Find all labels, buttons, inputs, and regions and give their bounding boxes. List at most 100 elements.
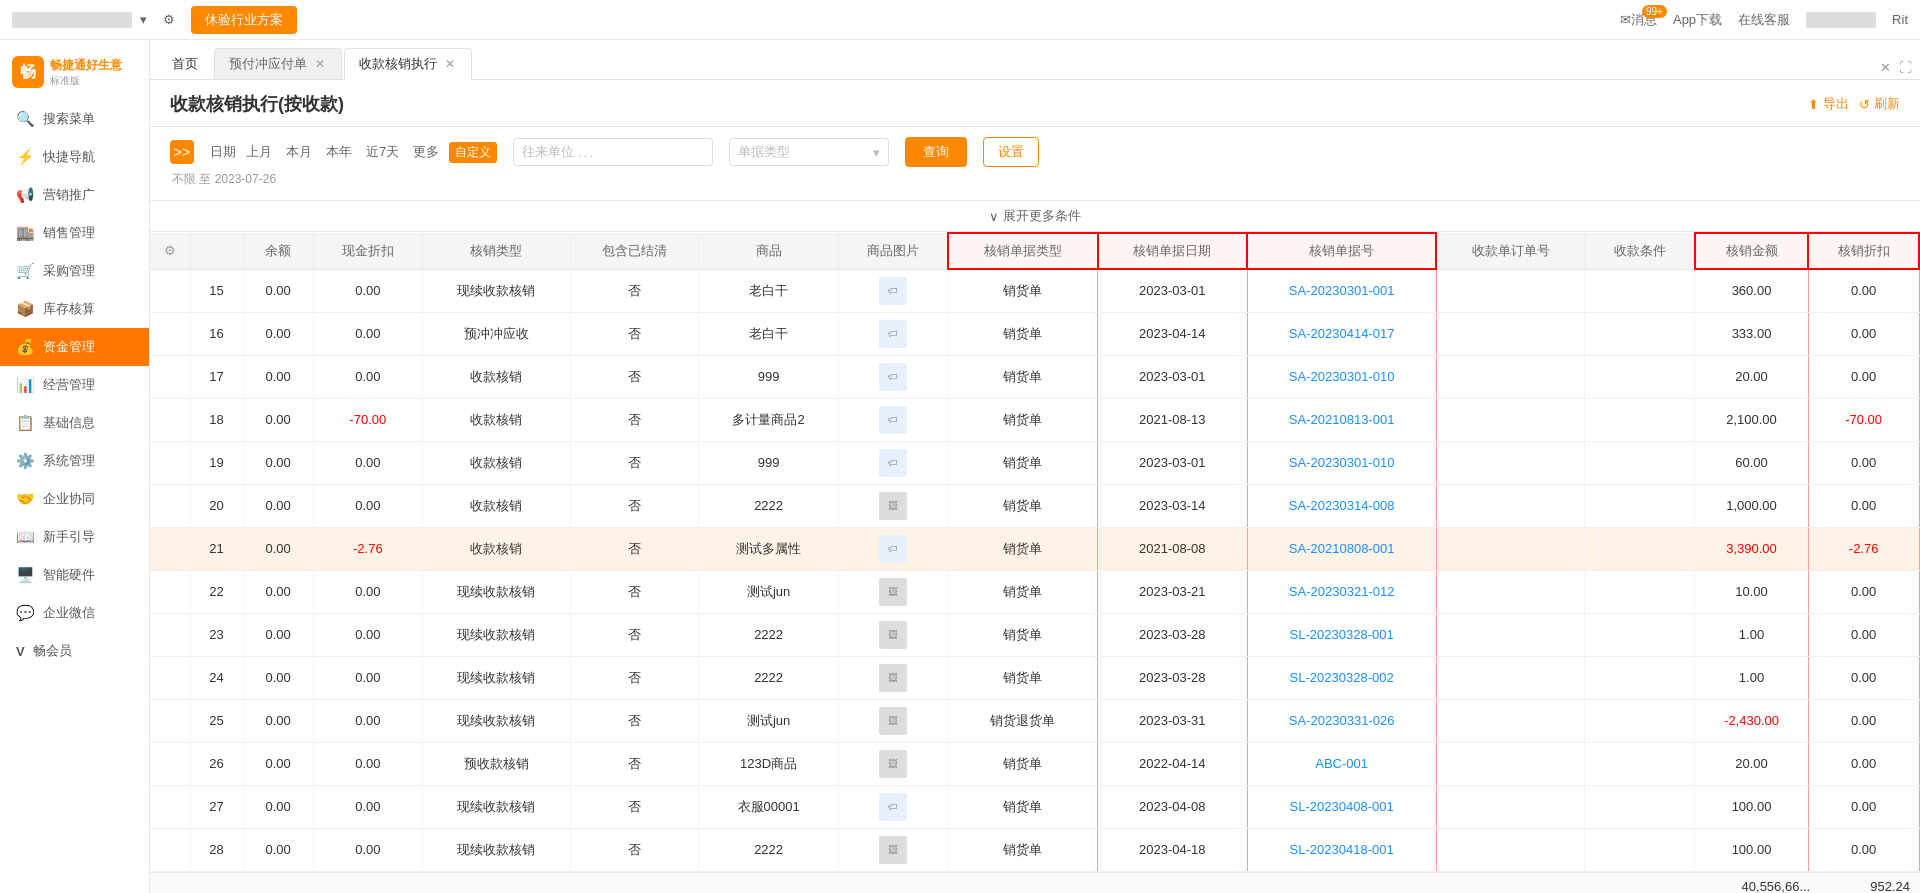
sidebar-item-quick-nav[interactable]: ⚡ 快捷导航 <box>0 138 149 176</box>
company-name[interactable] <box>12 12 132 28</box>
sidebar-item-business[interactable]: 📊 经营管理 <box>0 366 149 404</box>
filter-partner-input[interactable]: 往来单位 ... <box>513 138 713 166</box>
td-collection-order-no <box>1436 785 1585 828</box>
td-verify-bill-no[interactable]: SL-20230418-001 <box>1247 828 1436 871</box>
guide-icon: 📖 <box>16 528 35 546</box>
date-last-month[interactable]: 上月 <box>242 141 276 163</box>
td-verify-bill-no[interactable]: SA-20210813-001 <box>1247 398 1436 441</box>
sidebar-item-marketing[interactable]: 📢 营销推广 <box>0 176 149 214</box>
date-more[interactable]: 更多 <box>409 141 443 163</box>
sidebar-item-member[interactable]: V 畅会员 <box>0 632 149 670</box>
td-include-settled: 否 <box>570 785 699 828</box>
td-balance: 0.00 <box>243 656 313 699</box>
td-goods: 2222 <box>699 656 838 699</box>
td-goods: 2222 <box>699 828 838 871</box>
td-verify-bill-no[interactable]: SA-20230301-010 <box>1247 355 1436 398</box>
td-include-settled: 否 <box>570 398 699 441</box>
td-verify-bill-date: 2023-04-14 <box>1098 312 1247 355</box>
company-selector[interactable]: ▾ <box>140 12 147 27</box>
tab-collection-close[interactable]: ✕ <box>443 57 457 71</box>
date-this-month[interactable]: 本月 <box>282 141 316 163</box>
table-row: 180.00-70.00收款核销否多计量商品2🏷销货单2021-08-13SA-… <box>150 398 1919 441</box>
notification-badge: 99+ <box>1642 5 1667 18</box>
expand-more-row[interactable]: ∨ 展开更多条件 <box>150 201 1920 232</box>
td-goods: 2222 <box>699 613 838 656</box>
footer-total-amount: 40,556,66... <box>1742 879 1811 894</box>
date-custom[interactable]: 自定义 <box>449 142 497 163</box>
filter-expand-button[interactable]: >> <box>170 140 194 164</box>
close-tab-icon[interactable]: ✕ <box>1880 60 1891 75</box>
td-verify-bill-no[interactable]: SL-20230408-001 <box>1247 785 1436 828</box>
refresh-button[interactable]: ↺ 刷新 <box>1859 95 1900 113</box>
user-info[interactable] <box>1806 12 1876 28</box>
order-type-label: 单据类型 <box>738 143 790 161</box>
td-verify-bill-no[interactable]: SA-20230301-010 <box>1247 441 1436 484</box>
th-include-settled: 包含已结清 <box>570 233 699 269</box>
inventory-icon: 📦 <box>16 300 35 318</box>
sidebar-label-capital: 资金管理 <box>43 338 95 356</box>
td-seq: 19 <box>190 441 243 484</box>
td-verify-amount: 3,390.00 <box>1695 527 1809 570</box>
td-include-settled: 否 <box>570 312 699 355</box>
td-verify-bill-no[interactable]: SA-20230301-001 <box>1247 269 1436 312</box>
td-verify-bill-no[interactable]: SA-20230321-012 <box>1247 570 1436 613</box>
sidebar-item-enterprise[interactable]: 🤝 企业协同 <box>0 480 149 518</box>
td-verify-bill-no[interactable]: SL-20230328-001 <box>1247 613 1436 656</box>
td-verify-discount: 0.00 <box>1808 656 1919 699</box>
sidebar-label-sales: 销售管理 <box>43 224 95 242</box>
td-verify-bill-no[interactable]: SA-20230331-026 <box>1247 699 1436 742</box>
td-include-settled: 否 <box>570 742 699 785</box>
sidebar-item-inventory[interactable]: 📦 库存核算 <box>0 290 149 328</box>
table-row: 190.000.00收款核销否999🏷销货单2023-03-01SA-20230… <box>150 441 1919 484</box>
td-verify-bill-date: 2021-08-13 <box>1098 398 1247 441</box>
table-row: 280.000.00现续收款核销否2222🖼销货单2023-04-18SL-20… <box>150 828 1919 871</box>
settings-icon-btn[interactable]: ⚙ <box>155 6 183 34</box>
td-verify-bill-no[interactable]: SA-20210808-001 <box>1247 527 1436 570</box>
date-this-year[interactable]: 本年 <box>322 141 356 163</box>
chevron-down-icon: ▾ <box>140 12 147 27</box>
sidebar-item-sales[interactable]: 🏬 销售管理 <box>0 214 149 252</box>
sidebar-item-search[interactable]: 🔍 搜索菜单 <box>0 100 149 138</box>
td-goods-img: 🏷 <box>838 355 948 398</box>
table-row: 200.000.00收款核销否2222🖼销货单2023-03-14SA-2023… <box>150 484 1919 527</box>
tab-prepay-close[interactable]: ✕ <box>313 57 327 71</box>
th-settings[interactable]: ⚙ <box>150 233 190 269</box>
filter-order-type-select[interactable]: 单据类型 ▾ <box>729 138 889 166</box>
export-button[interactable]: ⬆ 导出 <box>1808 95 1849 113</box>
td-goods-img: 🖼 <box>838 656 948 699</box>
sidebar-item-guide[interactable]: 📖 新手引导 <box>0 518 149 556</box>
app-download-link[interactable]: App下载 <box>1673 11 1722 29</box>
td-verify-bill-no[interactable]: SL-20230328-002 <box>1247 656 1436 699</box>
td-verify-bill-no[interactable]: SA-20230314-008 <box>1247 484 1436 527</box>
tab-prepay[interactable]: 预付冲应付单 ✕ <box>214 48 342 79</box>
td-verify-bill-no[interactable]: SA-20230414-017 <box>1247 312 1436 355</box>
td-collection-order-no <box>1436 527 1585 570</box>
th-goods: 商品 <box>699 233 838 269</box>
date-7days[interactable]: 近7天 <box>362 141 403 163</box>
notification-bell[interactable]: ✉ 消息 99+ <box>1620 11 1657 29</box>
td-include-settled: 否 <box>570 699 699 742</box>
tab-home[interactable]: 首页 <box>158 49 212 79</box>
sidebar-item-wechat[interactable]: 💬 企业微信 <box>0 594 149 632</box>
td-balance: 0.00 <box>243 828 313 871</box>
filter-settings-button[interactable]: 设置 <box>983 137 1039 167</box>
td-seq: 28 <box>190 828 243 871</box>
sidebar-item-system[interactable]: ⚙️ 系统管理 <box>0 442 149 480</box>
sidebar-item-purchase[interactable]: 🛒 采购管理 <box>0 252 149 290</box>
query-button[interactable]: 查询 <box>905 137 967 167</box>
column-settings-icon[interactable]: ⚙ <box>164 243 176 258</box>
industry-button[interactable]: 休验行业方案 <box>191 6 297 34</box>
expand-tab-icon[interactable]: ⛶ <box>1899 60 1912 75</box>
sidebar-label-system: 系统管理 <box>43 452 95 470</box>
online-service-link[interactable]: 在线客服 <box>1738 11 1790 29</box>
td-checkbox <box>150 785 190 828</box>
td-balance: 0.00 <box>243 742 313 785</box>
sidebar-item-basic[interactable]: 📋 基础信息 <box>0 404 149 442</box>
tab-collection[interactable]: 收款核销执行 ✕ <box>344 48 472 80</box>
td-verify-bill-no[interactable]: ABC-001 <box>1247 742 1436 785</box>
sidebar-label-search: 搜索菜单 <box>43 110 95 128</box>
date-range: 不限 至 2023-07-26 <box>172 172 276 186</box>
td-include-settled: 否 <box>570 613 699 656</box>
sidebar-item-smart-hw[interactable]: 🖥️ 智能硬件 <box>0 556 149 594</box>
sidebar-item-capital[interactable]: 💰 资金管理 <box>0 328 149 366</box>
